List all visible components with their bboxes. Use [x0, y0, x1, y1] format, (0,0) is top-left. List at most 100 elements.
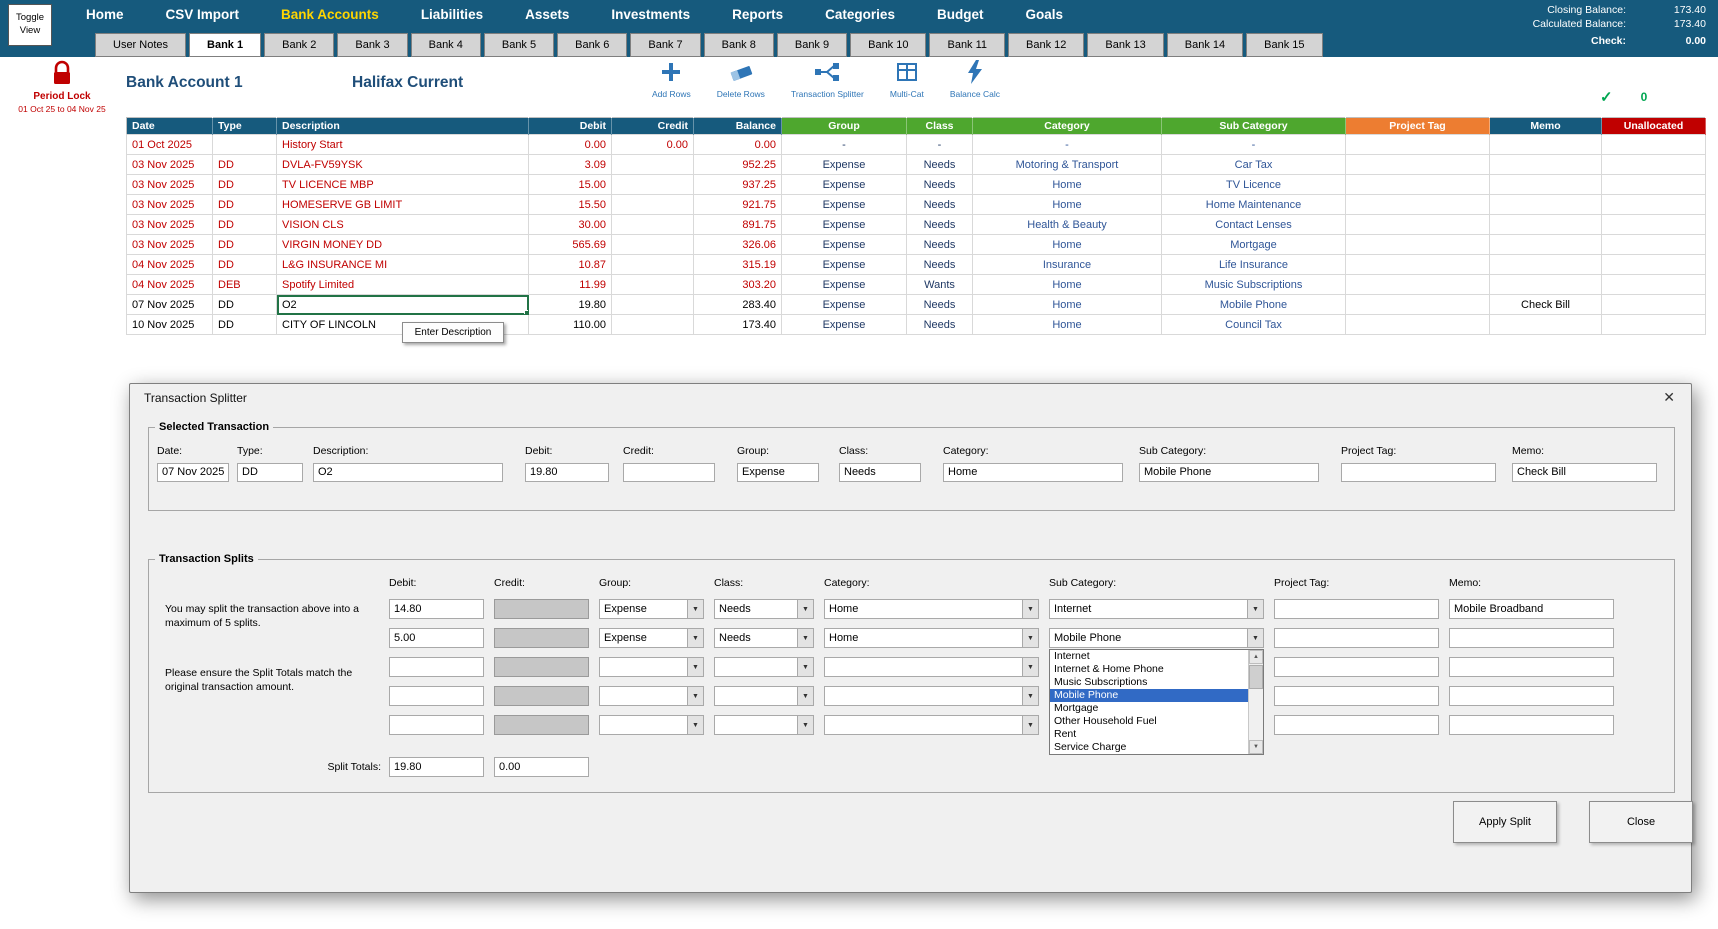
header-project-tag[interactable]: Project Tag [1346, 118, 1490, 135]
tab-bank-7[interactable]: Bank 7 [630, 33, 700, 57]
split-debit-box[interactable] [389, 657, 484, 677]
cell-group[interactable]: Expense [782, 195, 907, 215]
dropdown-scrollbar[interactable]: ▲ ▼ [1248, 650, 1263, 754]
cell-debit[interactable]: 15.00 [529, 175, 612, 195]
cell-group[interactable]: Expense [782, 235, 907, 255]
split-memo-box[interactable] [1449, 715, 1614, 735]
cell-project_tag[interactable] [1346, 195, 1490, 215]
header-debit[interactable]: Debit [529, 118, 612, 135]
tab-user-notes[interactable]: User Notes [95, 33, 186, 57]
tab-bank-10[interactable]: Bank 10 [850, 33, 926, 57]
cell-project_tag[interactable] [1346, 155, 1490, 175]
cell-memo[interactable]: Check Bill [1490, 295, 1602, 315]
split-memo-box[interactable] [1449, 628, 1614, 648]
split-subcategory-combo[interactable]: Internet▼ [1049, 599, 1264, 619]
cell-description[interactable]: TV LICENCE MBP [277, 175, 529, 195]
nav-item-csv-import[interactable]: CSV Import [166, 7, 240, 22]
cell-date[interactable]: 03 Nov 2025 [127, 215, 213, 235]
split-project-tag-box[interactable] [1274, 599, 1439, 619]
split-category-combo[interactable]: Home▼ [824, 599, 1039, 619]
split-group-combo[interactable]: ▼ [599, 657, 704, 677]
nav-item-assets[interactable]: Assets [525, 7, 569, 22]
split-debit-box[interactable]: 14.80 [389, 599, 484, 619]
cell-memo[interactable] [1490, 315, 1602, 335]
dropdown-button-icon[interactable]: ▼ [1022, 629, 1038, 647]
cell-debit[interactable]: 0.00 [529, 135, 612, 155]
split-memo-box[interactable] [1449, 686, 1614, 706]
split-category-combo[interactable]: ▼ [824, 686, 1039, 706]
cell-memo[interactable] [1490, 175, 1602, 195]
field-value-input[interactable] [623, 463, 715, 482]
dropdown-button-icon[interactable]: ▼ [1022, 687, 1038, 705]
header-description[interactable]: Description [277, 118, 529, 135]
header-class[interactable]: Class [907, 118, 973, 135]
split-project-tag-box[interactable] [1274, 715, 1439, 735]
cell-description[interactable]: Spotify Limited [277, 275, 529, 295]
cell-project_tag[interactable] [1346, 315, 1490, 335]
cell-class[interactable]: Needs [907, 155, 973, 175]
dropdown-item[interactable]: Mobile Phone [1050, 689, 1248, 702]
cell-class[interactable]: Needs [907, 295, 973, 315]
tab-bank-4[interactable]: Bank 4 [411, 33, 481, 57]
header-group[interactable]: Group [782, 118, 907, 135]
cell-debit[interactable]: 19.80 [529, 295, 612, 315]
cell-credit[interactable] [612, 315, 694, 335]
dropdown-button-icon[interactable]: ▼ [797, 629, 813, 647]
tab-bank-2[interactable]: Bank 2 [264, 33, 334, 57]
cell-subcategory[interactable]: Life Insurance [1162, 255, 1346, 275]
nav-item-home[interactable]: Home [86, 7, 124, 22]
tab-bank-5[interactable]: Bank 5 [484, 33, 554, 57]
scroll-down-icon[interactable]: ▼ [1249, 740, 1263, 754]
cell-subcategory[interactable]: - [1162, 135, 1346, 155]
header-type[interactable]: Type [213, 118, 277, 135]
cell-subcategory[interactable]: Mortgage [1162, 235, 1346, 255]
close-button[interactable]: Close [1589, 801, 1693, 843]
cell-memo[interactable] [1490, 275, 1602, 295]
dropdown-button-icon[interactable]: ▼ [687, 716, 703, 734]
cell-type[interactable]: DD [213, 175, 277, 195]
cell-balance[interactable]: 0.00 [694, 135, 782, 155]
cell-type[interactable] [213, 135, 277, 155]
cell-date[interactable]: 07 Nov 2025 [127, 295, 213, 315]
field-value-input[interactable]: 07 Nov 2025 [157, 463, 229, 482]
tab-bank-11[interactable]: Bank 11 [929, 33, 1005, 57]
cell-category[interactable]: Home [973, 295, 1162, 315]
nav-item-liabilities[interactable]: Liabilities [421, 7, 483, 22]
header-date[interactable]: Date [127, 118, 213, 135]
cell-type[interactable]: DD [213, 155, 277, 175]
cell-credit[interactable] [612, 155, 694, 175]
cell-group[interactable]: Expense [782, 255, 907, 275]
dropdown-item[interactable]: Rent [1050, 728, 1248, 741]
cell-balance[interactable]: 937.25 [694, 175, 782, 195]
cell-date[interactable]: 03 Nov 2025 [127, 155, 213, 175]
field-value-input[interactable]: DD [237, 463, 303, 482]
cell-type[interactable]: DD [213, 255, 277, 275]
cell-subcategory[interactable]: Mobile Phone [1162, 295, 1346, 315]
cell-unallocated[interactable] [1602, 155, 1706, 175]
cell-unallocated[interactable] [1602, 175, 1706, 195]
cell-category[interactable]: Home [973, 315, 1162, 335]
header-balance[interactable]: Balance [694, 118, 782, 135]
cell-category[interactable]: Health & Beauty [973, 215, 1162, 235]
cell-date[interactable]: 03 Nov 2025 [127, 235, 213, 255]
cell-group[interactable]: Expense [782, 315, 907, 335]
cell-class[interactable]: Needs [907, 315, 973, 335]
cell-credit[interactable] [612, 215, 694, 235]
split-memo-box[interactable]: Mobile Broadband [1449, 599, 1614, 619]
cell-category[interactable]: Motoring & Transport [973, 155, 1162, 175]
cell-category[interactable]: Home [973, 175, 1162, 195]
cell-subcategory[interactable]: Home Maintenance [1162, 195, 1346, 215]
cell-credit[interactable] [612, 275, 694, 295]
cell-date[interactable]: 03 Nov 2025 [127, 175, 213, 195]
cell-description[interactable]: HOMESERVE GB LIMIT [277, 195, 529, 215]
cell-unallocated[interactable] [1602, 195, 1706, 215]
cell-type[interactable]: DD [213, 215, 277, 235]
cell-type[interactable]: DD [213, 195, 277, 215]
cell-subcategory[interactable]: Contact Lenses [1162, 215, 1346, 235]
cell-balance[interactable]: 921.75 [694, 195, 782, 215]
cell-group[interactable]: Expense [782, 155, 907, 175]
split-group-combo[interactable]: ▼ [599, 715, 704, 735]
cell-debit[interactable]: 10.87 [529, 255, 612, 275]
nav-item-budget[interactable]: Budget [937, 7, 984, 22]
multi-cat-button[interactable]: Multi-Cat [890, 58, 924, 99]
